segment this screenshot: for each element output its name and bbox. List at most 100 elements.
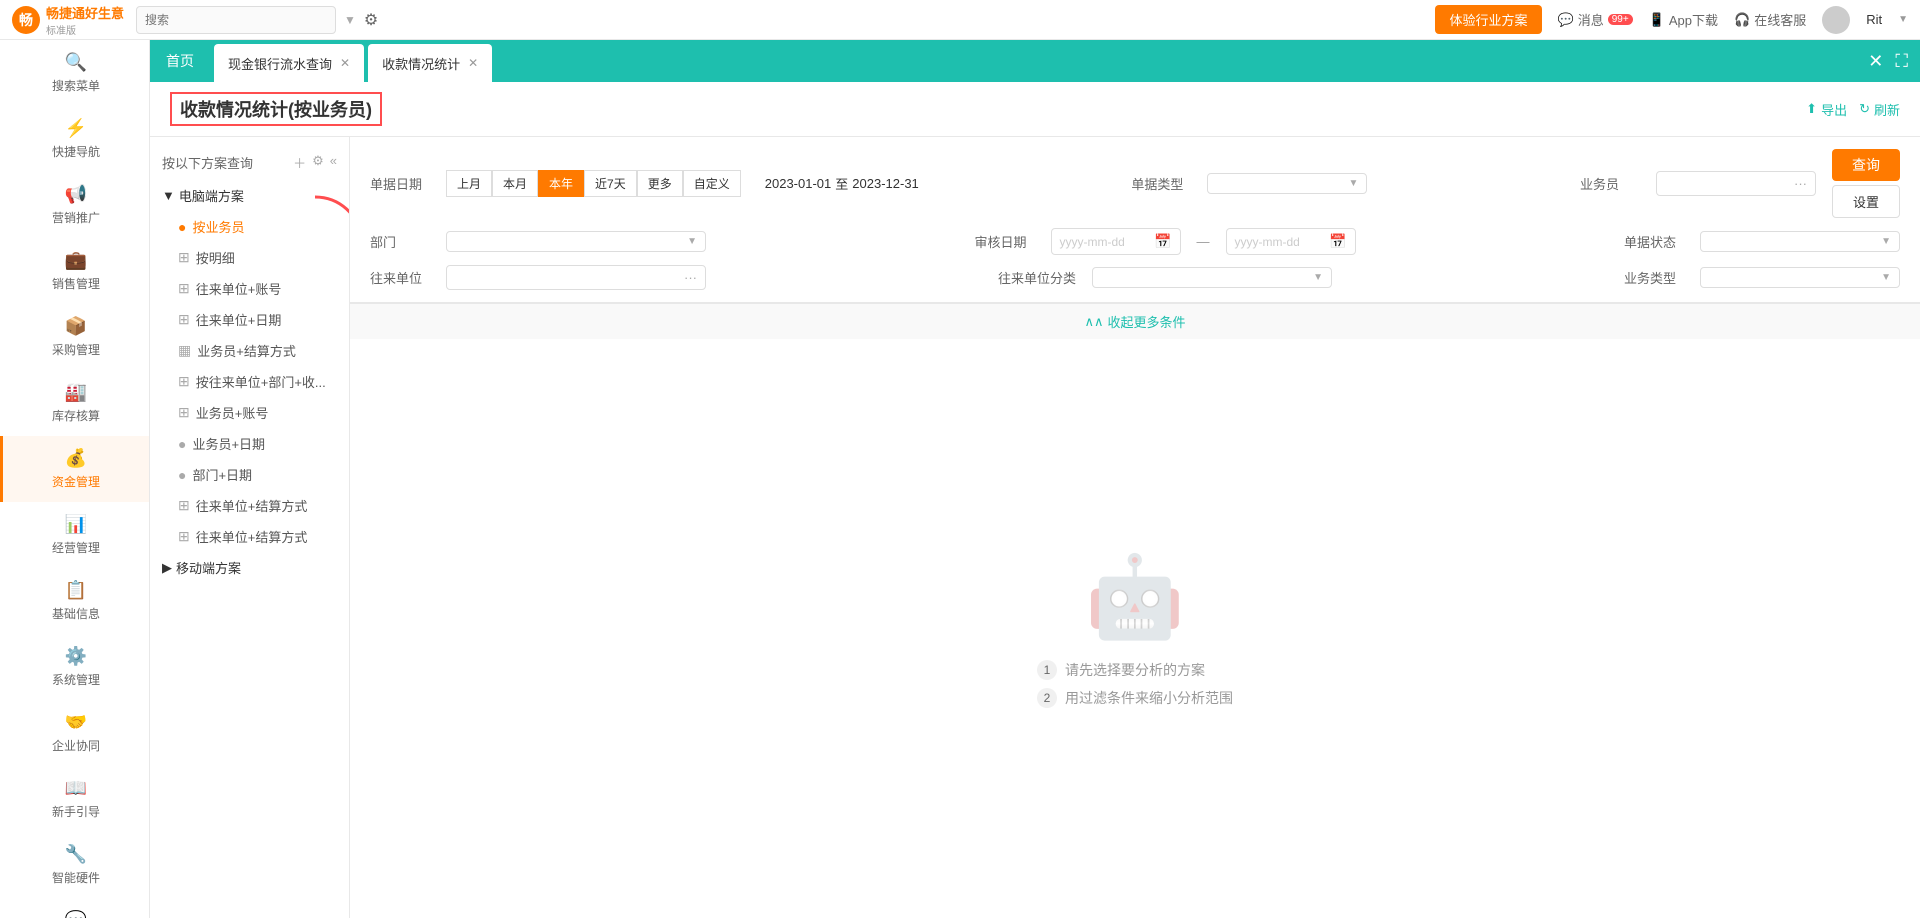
sidebar-item-basic-info[interactable]: 📋 基础信息 — [0, 568, 149, 634]
refresh-button[interactable]: ↻ 刷新 — [1859, 100, 1900, 119]
date-btn-this-month[interactable]: 本月 — [492, 170, 538, 197]
left-panel: 按以下方案查询 ＋ ⚙ « ▼ 电脑端方案 — [150, 137, 350, 918]
headset-icon: 🎧 — [1734, 12, 1750, 28]
tab-home[interactable]: 首页 — [150, 40, 210, 82]
basic-info-icon: 📋 — [65, 580, 87, 601]
dropdown-arrow[interactable]: ▼ — [344, 13, 356, 27]
tab-cashflow[interactable]: 现金银行流水查询 ✕ — [214, 44, 364, 82]
counterpart-dots[interactable]: ··· — [684, 270, 697, 285]
salesperson-label: 业务员 — [1580, 174, 1640, 193]
scheme-item-unit-account[interactable]: ⊞ 往来单位+账号 — [150, 273, 349, 304]
sidebar-item-hardware[interactable]: 🔧 智能硬件 — [0, 832, 149, 898]
user-dropdown-arrow[interactable]: ▼ — [1898, 14, 1908, 25]
filter-row-3: 往来单位 ··· 往来单位分类 ▼ — [370, 265, 1900, 290]
operations-icon: 📊 — [65, 514, 87, 535]
scheme-item-salesperson[interactable]: ● 按业务员 — [150, 211, 349, 242]
settings-button[interactable]: 设置 — [1832, 185, 1900, 218]
sidebar-label-inventory: 库存核算 — [52, 407, 100, 424]
sidebar-item-purchase[interactable]: 📦 采购管理 — [0, 304, 149, 370]
sidebar-item-operations[interactable]: 📊 经营管理 — [0, 502, 149, 568]
left-panel-header-actions: ＋ ⚙ « — [293, 153, 337, 172]
collapse-panel-icon[interactable]: « — [330, 153, 337, 172]
scheme-icon-5: ▦ — [178, 342, 191, 359]
sidebar-item-collab[interactable]: 🤝 企业协同 — [0, 700, 149, 766]
sidebar-item-sales[interactable]: 💼 销售管理 — [0, 238, 149, 304]
date-range: 2023-01-01 至 2023-12-31 — [765, 174, 919, 193]
desktop-group-title[interactable]: ▼ 电脑端方案 — [150, 180, 349, 211]
tab-close-all[interactable]: ✕ — [1868, 51, 1883, 72]
filter-row-1: 单据日期 上月 本月 本年 近7天 更多 自定义 2023-01-01 — [370, 149, 1900, 218]
review-date-label: 审核日期 — [975, 232, 1035, 251]
query-button[interactable]: 查询 — [1832, 149, 1900, 181]
scheme-icon-1: ● — [178, 219, 186, 235]
user-avatar[interactable] — [1822, 6, 1850, 34]
date-btn-7days[interactable]: 近7天 — [584, 170, 637, 197]
sidebar-label-purchase: 采购管理 — [52, 341, 100, 358]
scheme-item-dept-date[interactable]: ● 部门+日期 — [150, 459, 349, 490]
sidebar-label-basic-info: 基础信息 — [52, 605, 100, 622]
doc-status-select[interactable]: ▼ — [1700, 231, 1900, 252]
export-button[interactable]: ⬆ 导出 — [1806, 100, 1847, 119]
sidebar-item-guide[interactable]: 📖 新手引导 — [0, 766, 149, 832]
sidebar-item-inventory[interactable]: 🏭 库存核算 — [0, 370, 149, 436]
dept-select[interactable]: ▼ — [446, 231, 706, 252]
scheme-item-unit-dept[interactable]: ⊞ 按往来单位+部门+收... — [150, 366, 349, 397]
salesperson-select[interactable]: ··· — [1656, 171, 1816, 196]
export-icon: ⬆ — [1806, 101, 1817, 117]
tip-text-2: 用过滤条件来缩小分析范围 — [1065, 688, 1233, 708]
logo: 畅 畅捷通好生意 标准版 — [12, 3, 124, 37]
scheme-label-2: 按明细 — [196, 248, 235, 267]
review-date-from[interactable]: yyyy-mm-dd 📅 — [1051, 228, 1181, 255]
sidebar-item-quick-nav[interactable]: ⚡ 快捷导航 — [0, 106, 149, 172]
online-service-action[interactable]: 🎧 在线客服 — [1734, 10, 1806, 29]
add-scheme-icon[interactable]: ＋ — [293, 153, 306, 172]
sidebar-item-system[interactable]: ⚙️ 系统管理 — [0, 634, 149, 700]
search-input[interactable] — [136, 6, 336, 34]
messages-action[interactable]: 💬 消息 99+ — [1558, 10, 1633, 29]
tab-home-label: 首页 — [166, 51, 194, 71]
tip-text-1: 请先选择要分析的方案 — [1065, 660, 1205, 680]
scheme-icon-8: ● — [178, 436, 186, 452]
review-date-to[interactable]: yyyy-mm-dd 📅 — [1226, 228, 1356, 255]
sidebar-label-marketing: 营销推广 — [52, 209, 100, 226]
scheme-label-5: 业务员+结算方式 — [197, 341, 296, 360]
business-type-select[interactable]: ▼ — [1700, 267, 1900, 288]
salesperson-dots[interactable]: ··· — [1794, 176, 1807, 191]
sidebar-item-marketing[interactable]: 📢 营销推广 — [0, 172, 149, 238]
sidebar-item-search[interactable]: 🔍 搜索菜单 — [0, 40, 149, 106]
scheme-item-unit-settle2[interactable]: ⊞ 往来单位+结算方式 — [150, 521, 349, 552]
app-download-action[interactable]: 📱 App下载 — [1649, 10, 1718, 29]
settings-scheme-icon[interactable]: ⚙ — [312, 153, 324, 172]
collab-icon: 🤝 — [65, 712, 87, 733]
counterpart-cat-select[interactable]: ▼ — [1092, 267, 1332, 288]
date-btn-custom[interactable]: 自定义 — [683, 170, 741, 197]
finance-icon: 💰 — [65, 448, 87, 469]
sidebar-item-finance[interactable]: 💰 资金管理 — [0, 436, 149, 502]
trial-button[interactable]: 体验行业方案 — [1435, 5, 1541, 34]
doc-type-select[interactable]: ▼ — [1207, 173, 1367, 194]
content-area: 收款情况统计(按业务员) ⬆ 导出 ↻ 刷新 按以下 — [150, 82, 1920, 918]
date-btn-more[interactable]: 更多 — [637, 170, 683, 197]
tab-collection[interactable]: 收款情况统计 ✕ — [368, 44, 492, 82]
tab-expand[interactable]: ⛶ — [1895, 51, 1908, 72]
scheme-item-unit-settle1[interactable]: ⊞ 往来单位+结算方式 — [150, 490, 349, 521]
business-type-chevron: ▼ — [1881, 272, 1891, 283]
top-bar: 畅 畅捷通好生意 标准版 ▼ ⚙ 体验行业方案 💬 消息 99+ 📱 App下载… — [0, 0, 1920, 40]
date-btn-this-year[interactable]: 本年 — [538, 170, 584, 197]
business-type-label: 业务类型 — [1624, 268, 1684, 287]
mobile-group-title[interactable]: ▶ 移动端方案 — [150, 552, 349, 583]
scheme-item-sales-date[interactable]: ● 业务员+日期 — [150, 428, 349, 459]
tab-collection-close[interactable]: ✕ — [468, 56, 478, 70]
scheme-item-detail[interactable]: ⊞ 按明细 — [150, 242, 349, 273]
scheme-item-sales-account[interactable]: ⊞ 业务员+账号 — [150, 397, 349, 428]
tab-cashflow-close[interactable]: ✕ — [340, 56, 350, 70]
tab-bar-right: ✕ ⛶ — [1868, 51, 1920, 72]
collapse-bar[interactable]: ∧∧ 收起更多条件 — [350, 303, 1920, 339]
empty-tip-2: 2 用过滤条件来缩小分析范围 — [1037, 688, 1233, 708]
date-btn-last-month[interactable]: 上月 — [446, 170, 492, 197]
settings-icon[interactable]: ⚙ — [364, 10, 378, 30]
scheme-item-unit-date[interactable]: ⊞ 往来单位+日期 — [150, 304, 349, 335]
counterpart-select[interactable]: ··· — [446, 265, 706, 290]
sidebar-item-wechat[interactable]: 💬 企业微信 — [0, 898, 149, 918]
scheme-item-sales-settle[interactable]: ▦ 业务员+结算方式 — [150, 335, 349, 366]
